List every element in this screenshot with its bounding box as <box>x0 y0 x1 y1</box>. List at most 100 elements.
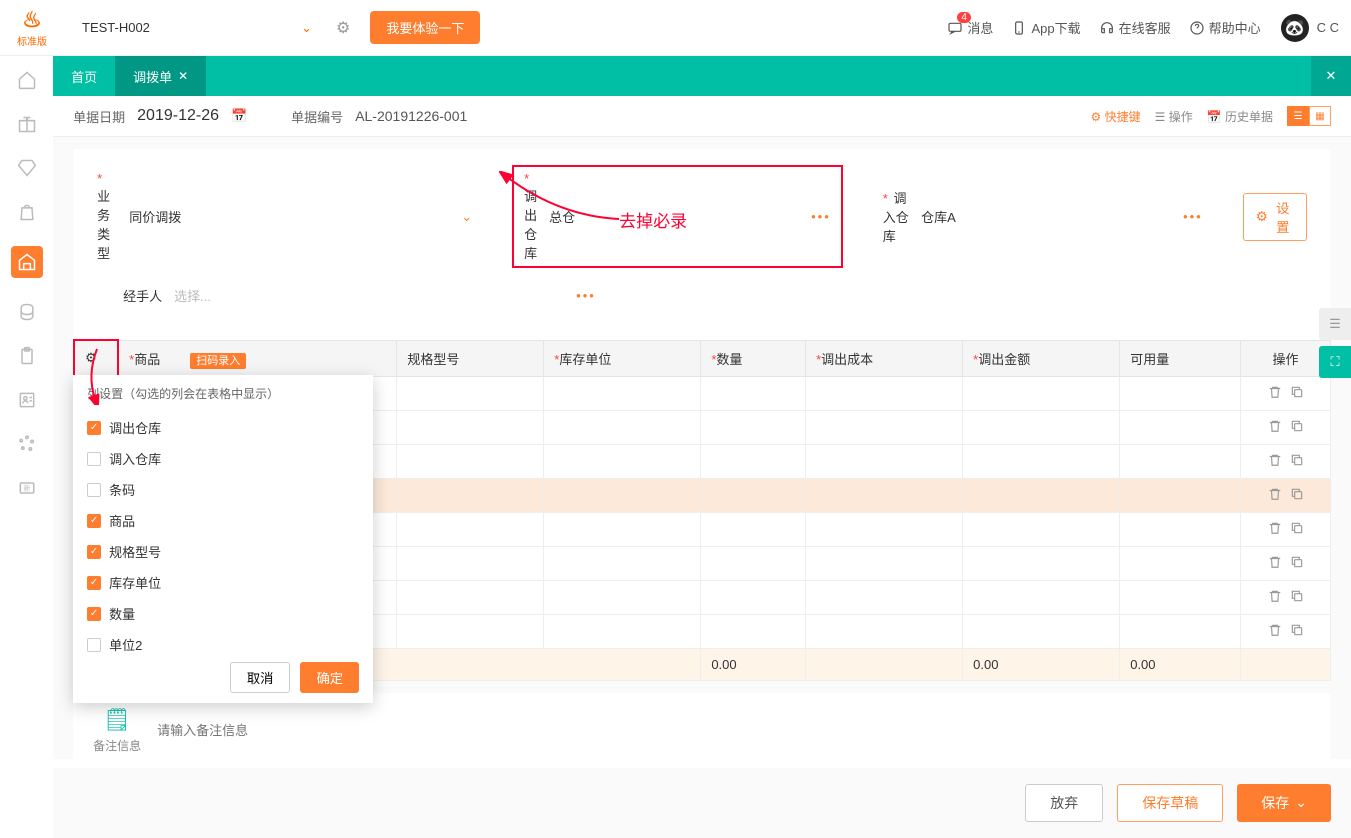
column-option[interactable]: 商品 <box>87 505 359 536</box>
avatar[interactable]: 🐼 <box>1281 14 1309 42</box>
tab-home[interactable]: 首页 <box>53 56 115 96</box>
checkbox[interactable] <box>87 607 101 621</box>
checkbox[interactable] <box>87 576 101 590</box>
try-button[interactable]: 我要体验一下 <box>370 11 480 44</box>
form-card: * 业务类型 同价调拨 ⌄ * 调出仓库 总仓 ••• * 调入仓库 仓库A •… <box>73 149 1331 339</box>
nav-gift-icon[interactable] <box>17 114 37 134</box>
delete-icon[interactable] <box>1268 589 1282 603</box>
more-icon[interactable]: ••• <box>576 288 596 303</box>
confirm-button[interactable]: 确定 <box>300 662 359 693</box>
biz-type-value: 同价调拨 <box>129 207 329 226</box>
column-option[interactable]: 数量 <box>87 598 359 629</box>
main-area: 首页 调拨单 ✕ ✕ 单据日期 2019-12-26 📅 单据编号 AL-201… <box>53 56 1351 759</box>
column-option[interactable]: 规格型号 <box>87 536 359 567</box>
gear-icon[interactable]: ⚙ <box>336 18 350 38</box>
org-select[interactable]: TEST-H002 ⌄ <box>72 12 322 44</box>
th-product: *商品扫码录入 <box>118 340 397 376</box>
copy-icon[interactable] <box>1290 385 1304 399</box>
popover-list[interactable]: 调出仓库调入仓库条码商品规格型号库存单位数量单位2 <box>73 412 373 652</box>
biz-type-field[interactable]: * 业务类型 同价调拨 ⌄ <box>97 171 472 262</box>
th-ops: 操作 <box>1241 340 1331 376</box>
delete-icon[interactable] <box>1268 623 1282 637</box>
remarks-input[interactable] <box>157 723 1311 738</box>
delete-icon[interactable] <box>1268 419 1282 433</box>
nav-clipboard-icon[interactable] <box>17 346 37 366</box>
collapse-icon[interactable]: ☰ <box>1319 308 1351 340</box>
delete-icon[interactable] <box>1268 521 1282 535</box>
nav-home-icon[interactable] <box>17 70 37 90</box>
close-all-tabs[interactable]: ✕ <box>1311 56 1351 96</box>
calendar-icon[interactable]: 📅 <box>231 108 247 124</box>
checkbox[interactable] <box>87 483 101 497</box>
footer-amount: 0.00 <box>963 648 1120 680</box>
footer-qty: 0.00 <box>701 648 806 680</box>
date-value[interactable]: 2019-12-26 <box>137 107 219 125</box>
history-link[interactable]: 📅 历史单据 <box>1207 108 1273 125</box>
copy-icon[interactable] <box>1290 487 1304 501</box>
save-button[interactable]: 保存 ⌄ <box>1237 784 1331 822</box>
expand-icon[interactable]: ⛶ <box>1319 346 1351 378</box>
view-list[interactable]: ☰ <box>1287 106 1309 126</box>
close-icon[interactable]: ✕ <box>178 69 188 83</box>
column-option-label: 调出仓库 <box>109 418 161 437</box>
nav-bag-icon[interactable] <box>17 202 37 222</box>
th-available: 可用量 <box>1120 340 1241 376</box>
copy-icon[interactable] <box>1290 419 1304 433</box>
save-draft-button[interactable]: 保存草稿 <box>1117 784 1223 822</box>
column-option[interactable]: 条码 <box>87 474 359 505</box>
scan-input-button[interactable]: 扫码录入 <box>190 353 246 369</box>
discard-button[interactable]: 放弃 <box>1025 784 1103 822</box>
tab-transfer-order[interactable]: 调拨单 ✕ <box>115 56 206 96</box>
delete-icon[interactable] <box>1268 385 1282 399</box>
config-button[interactable]: ⚙ 设置 <box>1243 193 1307 241</box>
checkbox[interactable] <box>87 421 101 435</box>
delete-icon[interactable] <box>1268 453 1282 467</box>
chevron-down-icon: ⌄ <box>461 209 472 225</box>
nav-new-icon[interactable]: 新 <box>17 478 37 498</box>
hotkey-link[interactable]: ⚙ 快捷键 <box>1090 108 1140 125</box>
delete-icon[interactable] <box>1268 555 1282 569</box>
checkbox[interactable] <box>87 514 101 528</box>
copy-icon[interactable] <box>1290 453 1304 467</box>
copy-icon[interactable] <box>1290 623 1304 637</box>
column-option[interactable]: 调入仓库 <box>87 443 359 474</box>
delete-icon[interactable] <box>1268 487 1282 501</box>
column-settings-button-highlighted[interactable]: ⚙ <box>74 340 118 376</box>
more-icon[interactable]: ••• <box>1183 209 1203 224</box>
out-warehouse-field-highlighted[interactable]: * 调出仓库 总仓 ••• <box>512 165 843 268</box>
cancel-button[interactable]: 取消 <box>230 662 291 693</box>
more-icon[interactable]: ••• <box>811 209 831 224</box>
ops-link[interactable]: ☰ 操作 <box>1155 108 1193 125</box>
column-option[interactable]: 单位2 <box>87 629 359 652</box>
handler-placeholder: 选择... <box>174 286 374 305</box>
column-option[interactable]: 库存单位 <box>87 567 359 598</box>
checkbox[interactable] <box>87 452 101 466</box>
nav-diamond-icon[interactable] <box>17 158 37 178</box>
messages-link[interactable]: 消息 4 <box>947 18 993 37</box>
gear-icon: ⚙ <box>1090 110 1101 124</box>
nav-warehouse-icon[interactable] <box>11 246 43 278</box>
tabs-bar: 首页 调拨单 ✕ ✕ <box>53 56 1351 96</box>
org-value: TEST-H002 <box>82 20 150 35</box>
footer-available: 0.00 <box>1120 648 1241 680</box>
nav-money-icon[interactable] <box>17 302 37 322</box>
column-option-label: 规格型号 <box>109 542 161 561</box>
nav-contact-icon[interactable] <box>17 390 37 410</box>
support-link[interactable]: 在线客服 <box>1099 18 1171 37</box>
help-link[interactable]: 帮助中心 <box>1189 18 1261 37</box>
handler-field[interactable]: 经手人 选择... ••• <box>123 286 596 305</box>
copy-icon[interactable] <box>1290 589 1304 603</box>
view-grid[interactable]: ▦ <box>1309 106 1331 126</box>
in-warehouse-field[interactable]: * 调入仓库 仓库A ••• <box>883 188 1203 245</box>
app-download-link[interactable]: App下载 <box>1011 18 1080 37</box>
copy-icon[interactable] <box>1290 521 1304 535</box>
top-header: ♨ 标准版 TEST-H002 ⌄ ⚙ 我要体验一下 消息 4 App下载 在线… <box>0 0 1351 56</box>
headset-icon <box>1099 20 1115 36</box>
column-option[interactable]: 调出仓库 <box>87 412 359 443</box>
avatar-icon: 🐼 <box>1285 18 1305 38</box>
nav-loading-icon[interactable] <box>17 434 37 454</box>
logo-text: 标准版 <box>17 33 47 48</box>
checkbox[interactable] <box>87 638 101 652</box>
checkbox[interactable] <box>87 545 101 559</box>
copy-icon[interactable] <box>1290 555 1304 569</box>
